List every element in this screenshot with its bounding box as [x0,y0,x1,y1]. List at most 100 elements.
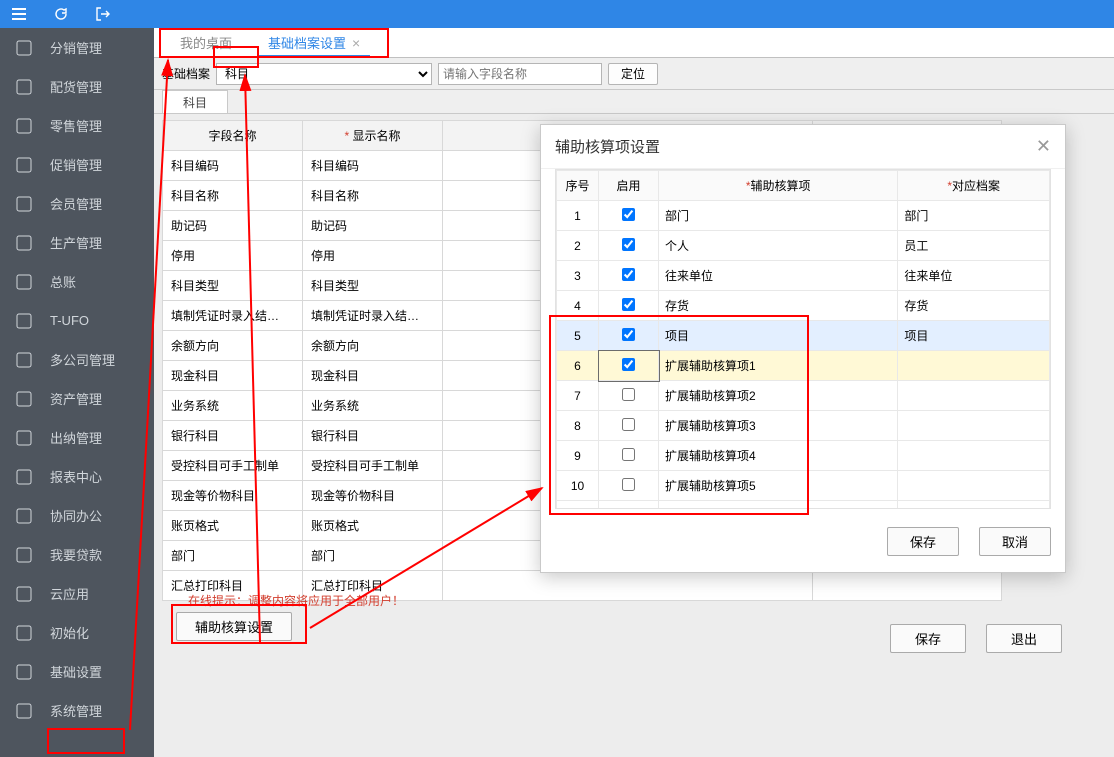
sidebar-item-distribution[interactable]: 分销管理 [0,28,154,67]
main-table-header: * 显示名称 [303,121,443,151]
sidebar: 分销管理配货管理零售管理促销管理会员管理生产管理总账 T-UFO 多公司管理资产管理… [0,28,154,757]
sidebar-item-cashier[interactable]: 出纳管理 [0,418,154,457]
cell-aux-item: 扩展辅助核算项1 [659,351,898,381]
sidebar-item-label: 促销管理 [50,155,102,174]
modal-table-row[interactable]: 3往来单位往来单位 [557,261,1050,291]
modal-table-row[interactable]: 6 扩展辅助核算项1 [557,351,1050,381]
enable-checkbox[interactable] [622,478,635,491]
enable-checkbox[interactable] [622,358,635,371]
sidebar-item-basicsettings[interactable]: 基础设置 [0,652,154,691]
cell-aux-item: 部门 [659,201,898,231]
locate-button[interactable]: 定位 [608,63,658,85]
cell-enable [599,291,659,321]
subtab-row: 科目 [154,90,1114,114]
system-icon [14,701,34,721]
report-icon [14,467,34,487]
enable-checkbox[interactable] [622,208,635,221]
enable-checkbox[interactable] [622,238,635,251]
sidebar-item-member[interactable]: 会员管理 [0,184,154,223]
cell-required [443,571,813,601]
tab-active[interactable]: 基础档案设置× [250,28,378,57]
subtab-item[interactable]: 科目 [162,90,228,113]
shipping-icon [14,77,34,97]
header-label: 对应档案 [952,179,1000,193]
sidebar-item-tufo[interactable]: T-UFO [0,301,154,340]
modal-table-row[interactable]: 11扩展辅助核算项6 [557,501,1050,510]
refresh-icon[interactable] [52,5,70,23]
modal-save-button[interactable]: 保存 [887,527,959,556]
enable-checkbox[interactable] [622,508,635,510]
close-icon[interactable]: ✕ [1036,136,1051,157]
close-icon[interactable]: × [352,35,360,51]
sidebar-item-cloud[interactable]: 云应用 [0,574,154,613]
filter-input[interactable] [438,63,602,85]
cell-aux-item: 项目 [659,321,898,351]
cell-display: 停用 [303,241,443,271]
sidebar-item-multicompany[interactable]: 多公司管理 [0,340,154,379]
sidebar-item-label: 出纳管理 [50,428,102,447]
cell-enable [599,501,659,510]
sidebar-item-retail[interactable]: 零售管理 [0,106,154,145]
member-icon [14,194,34,214]
save-button[interactable]: 保存 [890,624,966,653]
cloud-icon [14,584,34,604]
aux-settings-modal: 辅助核算项设置 ✕ 序号启用*辅助核算项*对应档案1部门部门2个人员工3往来单位… [540,124,1066,573]
sidebar-item-asset[interactable]: 资产管理 [0,379,154,418]
cell-field: 账页格式 [163,511,303,541]
sidebar-item-label: 总账 [50,272,76,291]
sidebar-item-ledger[interactable]: 总账 [0,262,154,301]
cell-file: 存货 [898,291,1050,321]
modal-table-row[interactable]: 1部门部门 [557,201,1050,231]
sidebar-item-promotion[interactable]: 促销管理 [0,145,154,184]
sidebar-item-collab[interactable]: 协同办公 [0,496,154,535]
enable-checkbox[interactable] [622,298,635,311]
logout-icon[interactable] [94,5,112,23]
cell-file: 员工 [898,231,1050,261]
enable-checkbox[interactable] [622,388,635,401]
menu-icon[interactable] [10,5,28,23]
modal-table: 序号启用*辅助核算项*对应档案1部门部门2个人员工3往来单位往来单位4存货存货5… [556,170,1050,509]
exit-button[interactable]: 退出 [986,624,1062,653]
enable-checkbox[interactable] [622,328,635,341]
sidebar-item-system[interactable]: 系统管理 [0,691,154,730]
sidebar-item-shipping[interactable]: 配货管理 [0,67,154,106]
filter-select[interactable]: 科目 [216,63,432,85]
modal-table-row[interactable]: 4存货存货 [557,291,1050,321]
main-table-header: 字段名称 [163,121,303,151]
enable-checkbox[interactable] [622,268,635,281]
promotion-icon [14,155,34,175]
modal-table-row[interactable]: 5 项目项目 [557,321,1050,351]
cell-enable [599,231,659,261]
modal-title-bar: 辅助核算项设置 ✕ [541,125,1065,169]
cell-file [898,351,1050,381]
sidebar-item-label: 配货管理 [50,77,102,96]
sidebar-item-label: T-UFO [50,313,89,328]
sidebar-item-production[interactable]: 生产管理 [0,223,154,262]
cell-seq: 10 [557,471,599,501]
modal-cancel-button[interactable]: 取消 [979,527,1051,556]
modal-table-row[interactable]: 2个人员工 [557,231,1050,261]
modal-table-row[interactable]: 8扩展辅助核算项3 [557,411,1050,441]
modal-table-row[interactable]: 7扩展辅助核算项2 [557,381,1050,411]
cell-enable [599,201,659,231]
cell-file: 项目 [898,321,1050,351]
cell-seq: 5 [557,321,599,351]
cell-display: 现金科目 [303,361,443,391]
aux-settings-button[interactable]: 辅助核算设置 [176,612,292,641]
required-star-icon: * [344,129,352,143]
cell-aux-item: 扩展辅助核算项4 [659,441,898,471]
enable-checkbox[interactable] [622,418,635,431]
cell-file [898,471,1050,501]
enable-checkbox[interactable] [622,448,635,461]
sidebar-item-init[interactable]: 初始化 [0,613,154,652]
cell-seq: 4 [557,291,599,321]
cell-seq: 6 [557,351,599,381]
modal-table-row[interactable]: 9扩展辅助核算项4 [557,441,1050,471]
header-label: 序号 [565,179,589,193]
sidebar-item-label: 我要贷款 [50,545,102,564]
sidebar-item-loan[interactable]: 我要贷款 [0,535,154,574]
modal-table-header: 序号 [557,171,599,201]
sidebar-item-report[interactable]: 报表中心 [0,457,154,496]
modal-table-row[interactable]: 10扩展辅助核算项5 [557,471,1050,501]
tab-item[interactable]: 我的桌面 [162,28,250,57]
